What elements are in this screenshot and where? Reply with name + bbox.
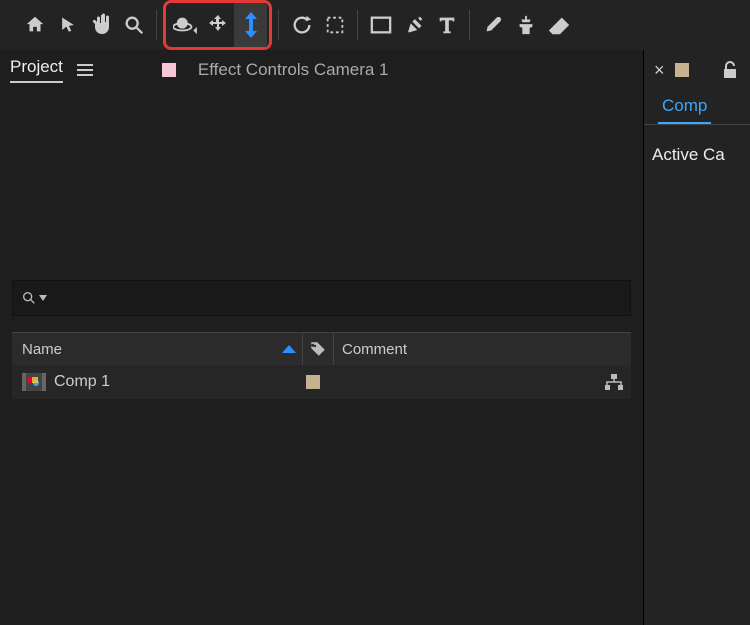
rotation-icon[interactable] bbox=[285, 3, 318, 47]
right-tabs: Comp bbox=[644, 90, 750, 125]
project-search-input[interactable] bbox=[12, 280, 631, 316]
chevron-down-icon bbox=[39, 295, 47, 301]
clone-stamp-icon[interactable] bbox=[509, 3, 542, 47]
home-icon[interactable] bbox=[18, 3, 51, 47]
effect-controls-label: Effect Controls bbox=[198, 60, 309, 79]
orbit-icon[interactable] bbox=[168, 3, 201, 47]
viewer-panel: × Comp Active Ca bbox=[643, 50, 750, 625]
toolbar-separator bbox=[278, 10, 279, 40]
tab-composition[interactable]: Comp bbox=[658, 90, 711, 124]
table-row[interactable]: Comp 1 bbox=[12, 365, 631, 399]
tab-effect-controls[interactable]: Effect Controls Camera 1 bbox=[198, 60, 389, 80]
composition-icon bbox=[22, 373, 46, 391]
search-icon bbox=[21, 290, 37, 306]
project-panel: Project Effect Controls Camera 1 Name bbox=[0, 50, 643, 625]
row-name: Comp 1 bbox=[54, 373, 306, 391]
column-comment[interactable]: Comment bbox=[334, 341, 407, 358]
project-table-header: Name Comment bbox=[12, 332, 631, 365]
row-label-swatch[interactable] bbox=[306, 375, 320, 389]
viewer-body-label: Active Ca bbox=[644, 125, 750, 165]
viewer-swatch bbox=[675, 63, 689, 77]
pan-icon[interactable] bbox=[201, 3, 234, 47]
close-icon[interactable]: × bbox=[654, 60, 665, 81]
camera-tools-highlight bbox=[163, 0, 272, 50]
zoom-icon[interactable] bbox=[117, 3, 150, 47]
effect-controls-target: Camera 1 bbox=[314, 60, 389, 79]
column-comment-label: Comment bbox=[342, 341, 407, 358]
toolbar-separator bbox=[156, 10, 157, 40]
brush-icon[interactable] bbox=[476, 3, 509, 47]
tag-icon bbox=[309, 340, 327, 358]
panel-color-swatch bbox=[162, 63, 176, 77]
pen-icon[interactable] bbox=[397, 3, 430, 47]
project-preview-area bbox=[0, 90, 643, 280]
roto-icon[interactable] bbox=[318, 3, 351, 47]
panels-container: Project Effect Controls Camera 1 Name bbox=[0, 50, 750, 625]
type-icon[interactable] bbox=[430, 3, 463, 47]
toolbar-separator bbox=[469, 10, 470, 40]
dolly-icon[interactable] bbox=[234, 3, 267, 47]
main-toolbar bbox=[0, 0, 750, 50]
eraser-icon[interactable] bbox=[542, 3, 575, 47]
column-name[interactable]: Name bbox=[12, 341, 302, 358]
sort-asc-icon bbox=[282, 345, 296, 353]
panel-menu-icon[interactable] bbox=[77, 64, 93, 76]
flowchart-icon[interactable] bbox=[605, 374, 623, 390]
left-tabbar: Project Effect Controls Camera 1 bbox=[0, 50, 643, 90]
toolbar-separator bbox=[357, 10, 358, 40]
column-label[interactable] bbox=[302, 333, 334, 365]
column-name-label: Name bbox=[22, 341, 62, 358]
selection-icon[interactable] bbox=[51, 3, 84, 47]
rectangle-icon[interactable] bbox=[364, 3, 397, 47]
hand-icon[interactable] bbox=[84, 3, 117, 47]
tab-project[interactable]: Project bbox=[10, 57, 63, 83]
lock-icon[interactable] bbox=[722, 61, 738, 79]
right-tabbar: × bbox=[644, 50, 750, 90]
